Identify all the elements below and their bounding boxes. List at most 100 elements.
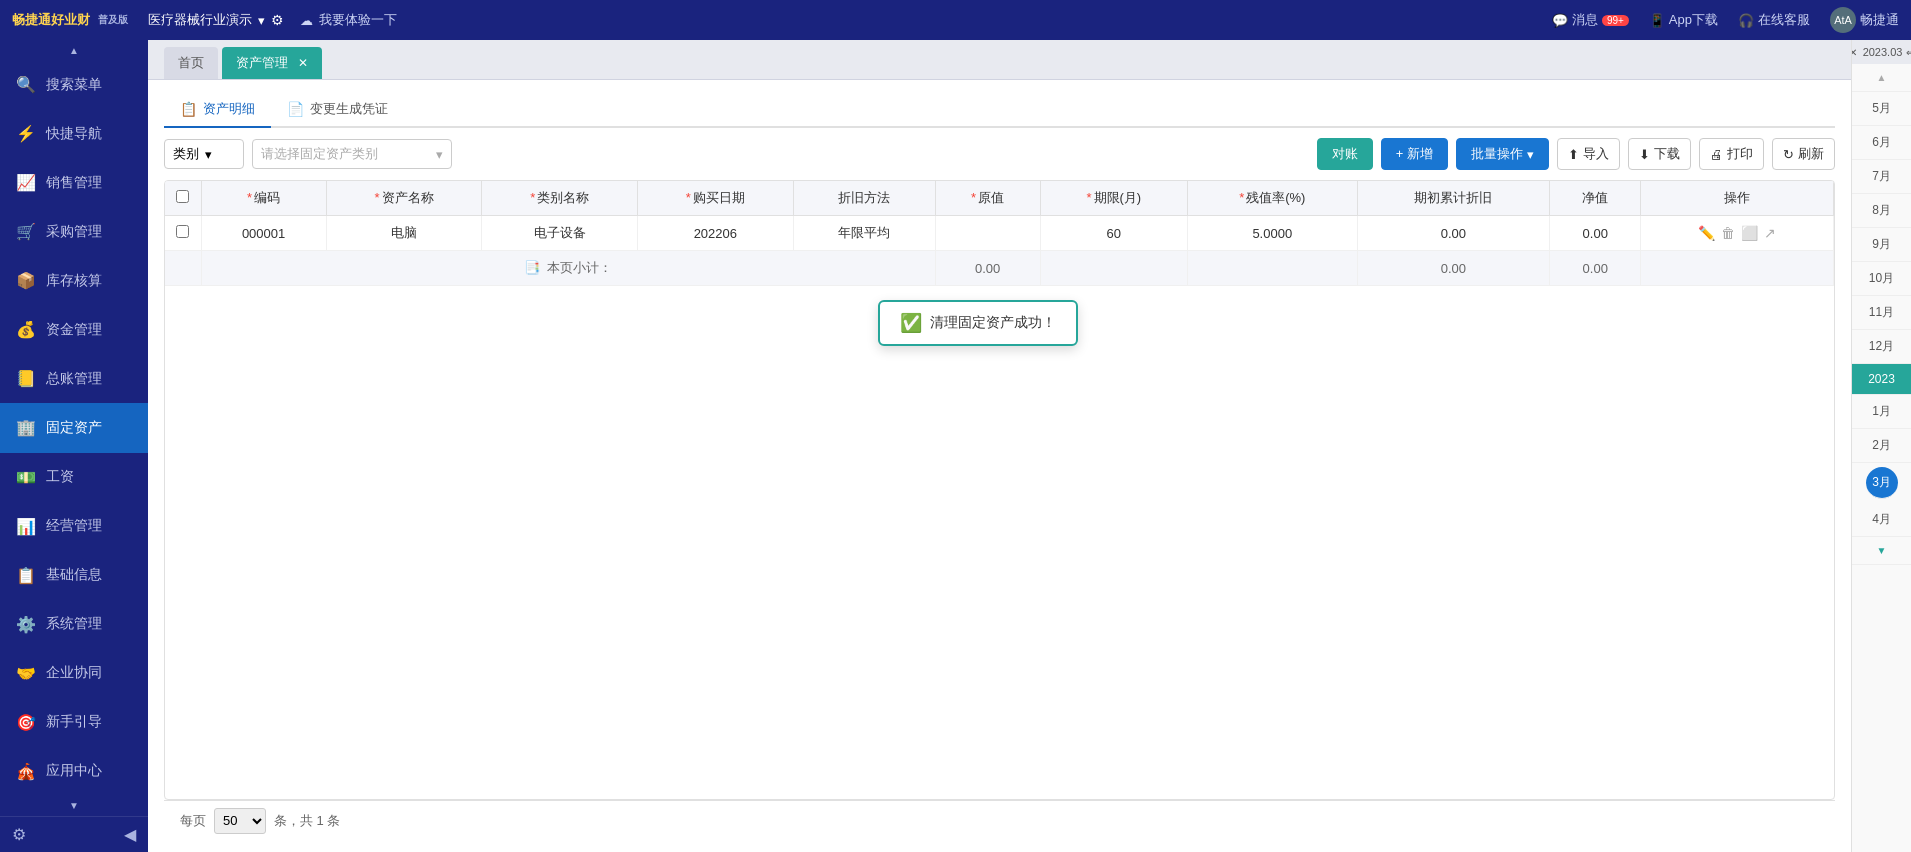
sidebar-item-app-center[interactable]: 🎪 应用中心 [0,747,148,796]
right-panel-year-2023[interactable]: 2023 [1852,364,1911,395]
right-panel: ✕ 2023.03 ⇔ ▲ 5月 6月 7月 8月 9月 10月 11月 12月… [1851,40,1911,852]
tab-home[interactable]: 首页 [164,47,218,79]
basic-info-icon: 📋 [16,565,36,585]
right-panel-month-2[interactable]: 2月 [1852,429,1911,463]
sidebar-label: 基础信息 [46,566,102,584]
sidebar-label: 应用中心 [46,762,102,780]
sidebar-item-search[interactable]: 🔍 搜索菜单 [0,60,148,109]
subtotal-empty-checkbox [165,251,201,286]
sidebar-item-fixed-assets[interactable]: 🏢 固定资产 [0,403,148,452]
sidebar-label: 经营管理 [46,517,102,535]
sidebar-label: 工资 [46,468,74,486]
cell-name: 电脑 [326,216,482,251]
sidebar-item-payroll[interactable]: 💵 工资 [0,453,148,502]
import-button[interactable]: ⬆ 导入 [1557,138,1620,170]
table-header-checkbox [165,181,201,216]
sidebar-settings-icon[interactable]: ⚙ [12,825,26,844]
batch-ops-button[interactable]: 批量操作 ▾ [1456,138,1549,170]
sidebar-item-basic-info[interactable]: 📋 基础信息 [0,551,148,600]
right-panel-month-5[interactable]: 5月 [1852,92,1911,126]
sidebar: ▲ 🔍 搜索菜单 ⚡ 快捷导航 📈 销售管理 🛒 采购管理 📦 库存核算 💰 资… [0,40,148,852]
right-panel-month-9[interactable]: 9月 [1852,228,1911,262]
right-panel-month-10[interactable]: 10月 [1852,262,1911,296]
col-name: *资产名称 [326,181,482,216]
right-panel-month-7[interactable]: 7月 [1852,160,1911,194]
delete-icon[interactable]: 🗑 [1721,225,1735,241]
sidebar-item-quick-nav[interactable]: ⚡ 快捷导航 [0,109,148,158]
subtotal-residual [1187,251,1357,286]
sidebar-item-capital[interactable]: 💰 资金管理 [0,305,148,354]
nav-online-service[interactable]: 🎧 在线客服 [1738,11,1810,29]
per-page-select[interactable]: 50 100 [214,808,266,834]
sidebar-item-purchase[interactable]: 🛒 采购管理 [0,207,148,256]
management-icon: 📊 [16,516,36,536]
tab-asset-management[interactable]: 资产管理 ✕ [222,47,322,79]
right-panel-month-3-active[interactable]: 3月 [1866,467,1898,499]
payroll-icon: 💵 [16,467,36,487]
purchase-icon: 🛒 [16,222,36,242]
row-checkbox[interactable] [176,225,189,238]
sales-icon: 📈 [16,173,36,193]
print-button[interactable]: 🖨 打印 [1699,138,1764,170]
reconcile-button[interactable]: 对账 [1317,138,1373,170]
trial-button[interactable]: ☁ 我要体验一下 [300,11,397,29]
right-panel-expand-icon[interactable]: ⇔ [1906,47,1911,58]
toast-message: 清理固定资产成功！ [930,314,1056,332]
edit-icon[interactable]: ✏️ [1698,225,1715,241]
nav-app-download[interactable]: 📱 App下载 [1649,11,1718,29]
sidebar-item-sales[interactable]: 📈 销售管理 [0,158,148,207]
sidebar-item-system[interactable]: ⚙️ 系统管理 [0,600,148,649]
more-icon[interactable]: ↗ [1764,225,1776,241]
inventory-icon: 📦 [16,271,36,291]
subtotal-period [1040,251,1187,286]
right-panel-header-date: 2023.03 [1863,46,1903,58]
tab-close-icon[interactable]: ✕ [298,56,308,70]
cell-original-value [935,216,1040,251]
sidebar-collapse-icon[interactable]: ◀ [124,825,136,844]
refresh-button[interactable]: ↻ 刷新 [1772,138,1835,170]
refresh-icon: ↻ [1783,147,1794,162]
pagination-bar: 每页 50 100 条，共 1 条 [164,800,1835,840]
right-panel-month-4[interactable]: 4月 [1852,503,1911,537]
right-panel-month-11[interactable]: 11月 [1852,296,1911,330]
copy-icon[interactable]: ⬜ [1741,225,1758,241]
right-panel-month-8[interactable]: 8月 [1852,194,1911,228]
select-all-checkbox[interactable] [176,190,189,203]
sidebar-item-cooperation[interactable]: 🤝 企业协同 [0,649,148,698]
right-panel-month-12[interactable]: 12月 [1852,330,1911,364]
nav-user[interactable]: AtA 畅捷通 [1830,7,1899,33]
new-button[interactable]: + 新增 [1381,138,1448,170]
sidebar-label: 固定资产 [46,419,102,437]
sub-tab-asset-detail[interactable]: 📋 资产明细 [164,92,271,128]
app-download-icon: 📱 [1649,13,1665,28]
right-panel-month-1[interactable]: 1月 [1852,395,1911,429]
sidebar-item-ledger[interactable]: 📒 总账管理 [0,354,148,403]
sidebar-item-guide[interactable]: 🎯 新手引导 [0,698,148,747]
col-actions: 操作 [1641,181,1834,216]
subtotal-original: 0.00 [935,251,1040,286]
right-panel-close-icon[interactable]: ✕ [1851,47,1857,58]
sidebar-scroll-up[interactable]: ▲ [0,40,148,60]
sidebar-item-inventory[interactable]: 📦 库存核算 [0,256,148,305]
right-panel-scroll-up[interactable]: ▲ [1852,64,1911,92]
category-filter-type[interactable]: 类别 ▾ [164,139,244,169]
col-depreciation-method: 折旧方法 [793,181,935,216]
action-icons: ✏️ 🗑 ⬜ ↗ [1651,225,1823,241]
total-count: 条，共 1 条 [274,812,340,830]
toolbar-left: 类别 ▾ 请选择固定资产类别 ▾ [164,139,452,169]
table-row: 000001 电脑 电子设备 202206 年限平均 60 5.0000 0.0… [165,216,1834,251]
category-filter-value[interactable]: 请选择固定资产类别 ▾ [252,139,452,169]
company-selector[interactable]: 医疗器械行业演示 ▾ ⚙ [148,11,284,29]
sidebar-label: 企业协同 [46,664,102,682]
cell-code: 000001 [201,216,326,251]
trial-icon: ☁ [300,13,313,28]
right-panel-month-6[interactable]: 6月 [1852,126,1911,160]
right-panel-scroll-down[interactable]: ▼ [1852,537,1911,565]
tab-bar: 首页 资产管理 ✕ [148,40,1851,80]
sidebar-scroll-down[interactable]: ▼ [0,796,148,816]
download-button[interactable]: ⬇ 下载 [1628,138,1691,170]
sidebar-item-management[interactable]: 📊 经营管理 [0,502,148,551]
sub-tab-change-voucher[interactable]: 📄 变更生成凭证 [271,92,404,128]
nav-message[interactable]: 💬 消息 99+ [1552,11,1629,29]
settings-icon[interactable]: ⚙ [271,12,284,28]
